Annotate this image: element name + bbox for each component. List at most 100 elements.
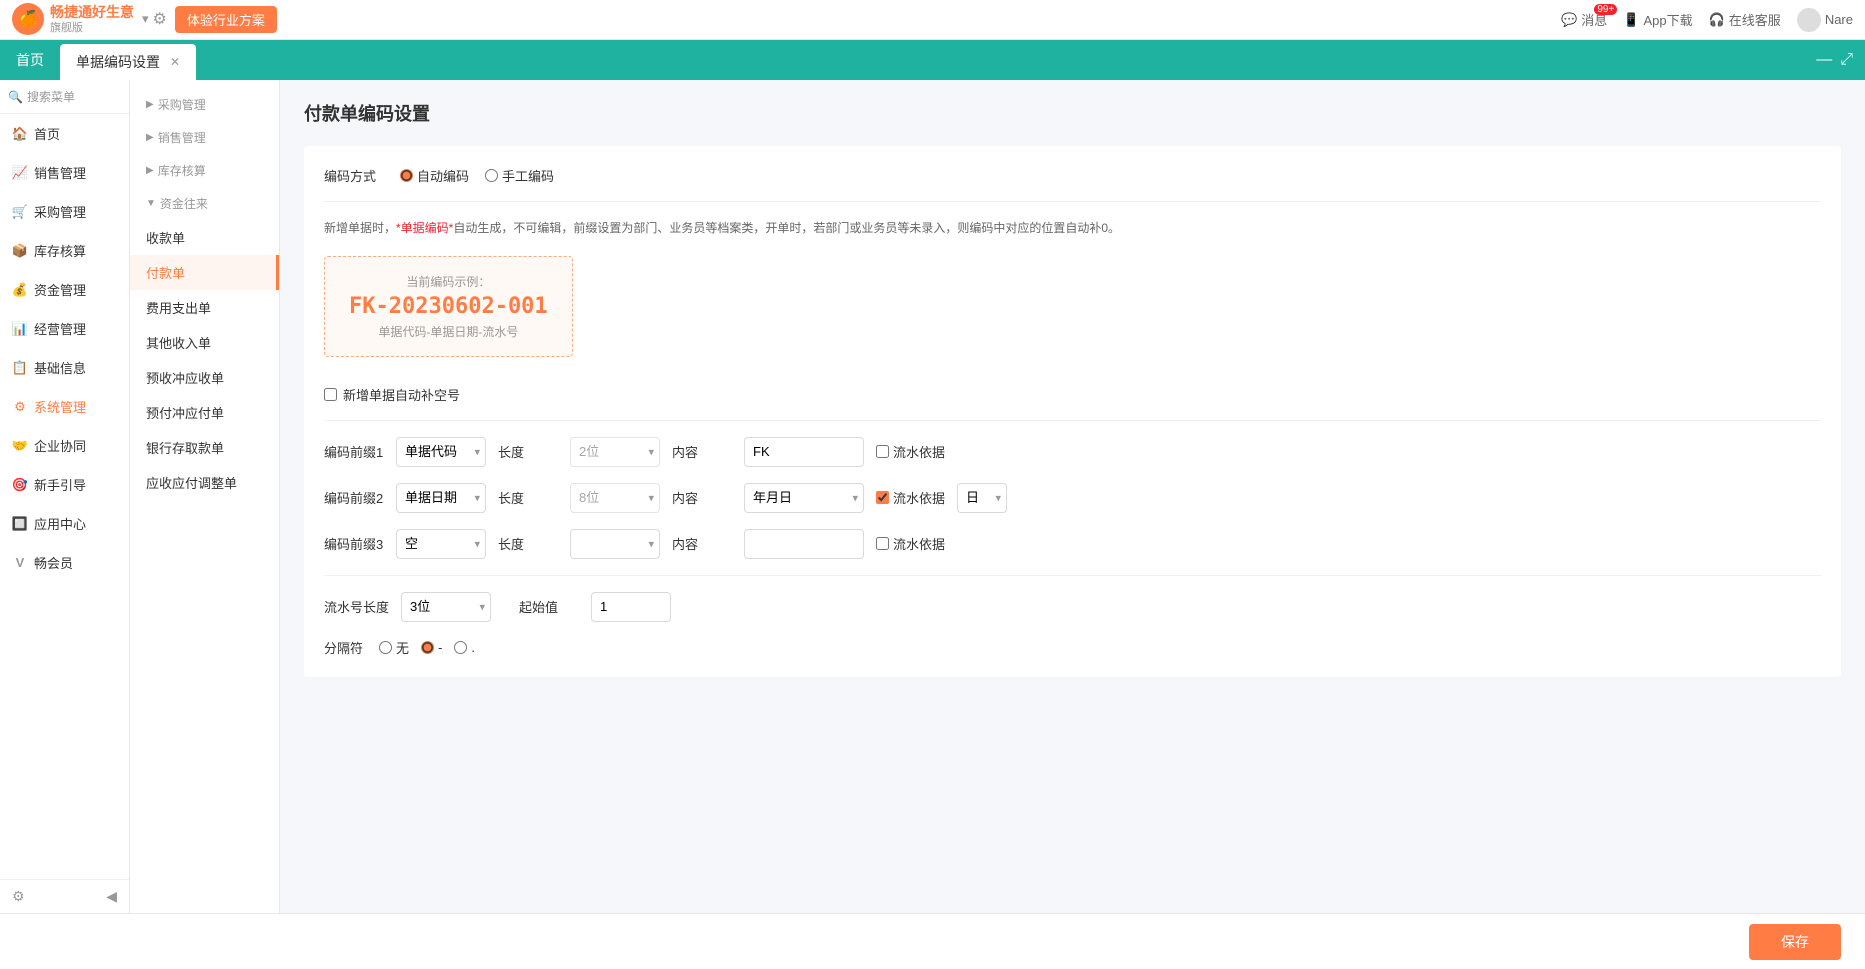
serial-length-select[interactable]: 3位 [401,592,491,622]
auto-encoding-radio[interactable]: 自动编码 [400,166,469,185]
prefix2-content-select[interactable]: 年月日 [744,483,864,513]
sub-item-other-income[interactable]: 其他收入单 [130,325,279,360]
manual-encoding-input[interactable] [485,169,498,182]
sidebar-item-system[interactable]: ⚙ 系统管理 [0,387,129,426]
sidebar-item-home[interactable]: 🏠 首页 [0,114,129,153]
online-service-btn[interactable]: 🎧 在线客服 [1709,10,1781,29]
prefix2-flowing-checkbox[interactable]: 流水依据 [876,488,945,507]
notice-text: 新增单据时，*单据编码*自动生成，不可编辑，前缀设置为部门、业务员等档案类，开单… [324,218,1821,240]
prefix1-length-select[interactable]: 2位 [570,437,660,467]
sub-group-capital[interactable]: ▼ 资金往来 [130,187,279,220]
sub-group-inventory-label: 库存核算 [158,162,206,179]
prefix3-select[interactable]: 空 [396,529,486,559]
sep-dash-input[interactable] [421,641,434,654]
manual-encoding-label: 手工编码 [502,166,554,185]
prefix2-select[interactable]: 单据日期 [396,483,486,513]
system-icon: ⚙ [12,399,28,415]
sub-group-purchase[interactable]: ▶ 采购管理 [130,88,279,121]
sidebar-item-guide[interactable]: 🎯 新手引导 [0,465,129,504]
bottom-bar: 保存 [0,913,1865,969]
sidebar-item-member[interactable]: V 畅会员 [0,543,129,582]
logo-text: 畅捷通好生意 旗舰版 [50,3,134,35]
tab-close-icon[interactable]: ✕ [170,55,180,69]
sales-icon: 📈 [12,165,28,181]
prefix1-flowing-input[interactable] [876,445,889,458]
sidebar-item-operations[interactable]: 📊 经营管理 [0,309,129,348]
sidebar-search[interactable]: 🔍 搜索菜单 [0,80,129,114]
sidebar-item-finance[interactable]: 💰 资金管理 [0,270,129,309]
sub-item-ap-adjust[interactable]: 应收应付调整单 [130,465,279,500]
sub-item-advance-offset[interactable]: 预付冲应付单 [130,395,279,430]
prefix1-flowing-label: 流水依据 [893,442,945,461]
sidebar-label-guide: 新手引导 [34,475,86,494]
prefix1-content-input[interactable] [744,437,864,467]
prefix2-unit-wrapper: 日 [957,483,1007,513]
sidebar-settings-btn[interactable]: ⚙ [12,888,25,905]
tab-home[interactable]: 首页 [0,40,60,80]
prefix1-content-label: 内容 [672,442,732,461]
nav-arrow-icon[interactable]: ▾ [142,11,149,27]
prefix3-length-select[interactable] [570,529,660,559]
sep-dash-label: - [438,640,442,655]
prefix3-length-label: 长度 [498,534,558,553]
trial-btn[interactable]: 体验行业方案 [175,6,277,33]
prefix1-flowing-checkbox[interactable]: 流水依据 [876,442,945,461]
sep-none[interactable]: 无 [379,638,409,657]
auto-encoding-input[interactable] [400,169,413,182]
finance-icon: 💰 [12,282,28,298]
manual-encoding-radio[interactable]: 手工编码 [485,166,554,185]
start-value-input[interactable] [591,592,671,622]
sub-item-bank-deposit[interactable]: 银行存取款单 [130,430,279,465]
sub-group-inventory[interactable]: ▶ 库存核算 [130,154,279,187]
prefix1-select-wrapper: 单据代码 [396,437,486,467]
sidebar-item-apps[interactable]: 🔲 应用中心 [0,504,129,543]
prefix3-content-input[interactable] [744,529,864,559]
sidebar-label-system: 系统管理 [34,397,86,416]
separator-options: 无 - . [379,638,475,657]
auto-encoding-label: 自动编码 [417,166,469,185]
sidebar-item-sales[interactable]: 📈 销售管理 [0,153,129,192]
prefix3-flowing-input[interactable] [876,537,889,550]
sidebar-collapse-btn[interactable]: ◀ [106,888,117,905]
sub-item-expense[interactable]: 费用支出单 [130,290,279,325]
sub-group-sales[interactable]: ▶ 销售管理 [130,121,279,154]
minimize-btn[interactable]: — [1816,51,1832,69]
sub-item-prepaid-offset-label: 预收冲应收单 [146,368,224,387]
content-area: 付款单编码设置 编码方式 自动编码 手工编码 新增单据时，*单据编码*自动生成，… [280,80,1865,913]
separator-label: 分隔符 [324,638,363,657]
message-btn[interactable]: 💬 消息 99+ [1561,10,1607,29]
prefix1-length-label: 长度 [498,442,558,461]
sidebar-item-basic-info[interactable]: 📋 基础信息 [0,348,129,387]
example-code: FK-20230602-001 [349,294,548,319]
sub-item-receipt[interactable]: 收款单 [130,220,279,255]
settings-icon[interactable]: ⚙ [153,9,167,29]
tab-encoding-settings[interactable]: 单据编码设置 ✕ [60,44,196,80]
maximize-btn[interactable]: ⤢ [1840,51,1853,69]
app-download-btn[interactable]: 📱 App下载 [1623,10,1692,29]
sep-none-input[interactable] [379,641,392,654]
sidebar-item-enterprise[interactable]: 🤝 企业协同 [0,426,129,465]
enterprise-icon: 🤝 [12,438,28,454]
user-area[interactable]: Nare [1797,8,1853,32]
prefix2-length-select[interactable]: 8位 [570,483,660,513]
prefix3-flowing-checkbox[interactable]: 流水依据 [876,534,945,553]
save-button[interactable]: 保存 [1749,924,1841,960]
sub-item-prepaid-offset[interactable]: 预收冲应收单 [130,360,279,395]
sidebar-item-inventory[interactable]: 📦 库存核算 [0,231,129,270]
sub-item-payment[interactable]: 付款单 [130,255,279,290]
sep-dot-input[interactable] [454,641,467,654]
sub-group-sales-label: 销售管理 [158,129,206,146]
sidebar-item-purchase[interactable]: 🛒 采购管理 [0,192,129,231]
prefix2-flowing-input[interactable] [876,491,889,504]
sep-dot[interactable]: . [454,640,475,655]
prefix1-select[interactable]: 单据代码 [396,437,486,467]
main-layout: 🔍 搜索菜单 🏠 首页 📈 销售管理 🛒 采购管理 📦 库存核算 💰 [0,80,1865,913]
separator-row: 分隔符 无 - . [324,638,1821,657]
encoding-method-row: 编码方式 自动编码 手工编码 [324,166,1821,202]
sub-item-receipt-label: 收款单 [146,228,185,247]
topbar-right: 💬 消息 99+ 📱 App下载 🎧 在线客服 Nare [1561,8,1853,32]
sep-dash[interactable]: - [421,640,442,655]
auto-fill-checkbox[interactable] [324,388,337,401]
topbar-left: 🍊 畅捷通好生意 旗舰版 ▾ ⚙ 体验行业方案 [12,3,277,35]
prefix2-unit-select[interactable]: 日 [957,483,1007,513]
